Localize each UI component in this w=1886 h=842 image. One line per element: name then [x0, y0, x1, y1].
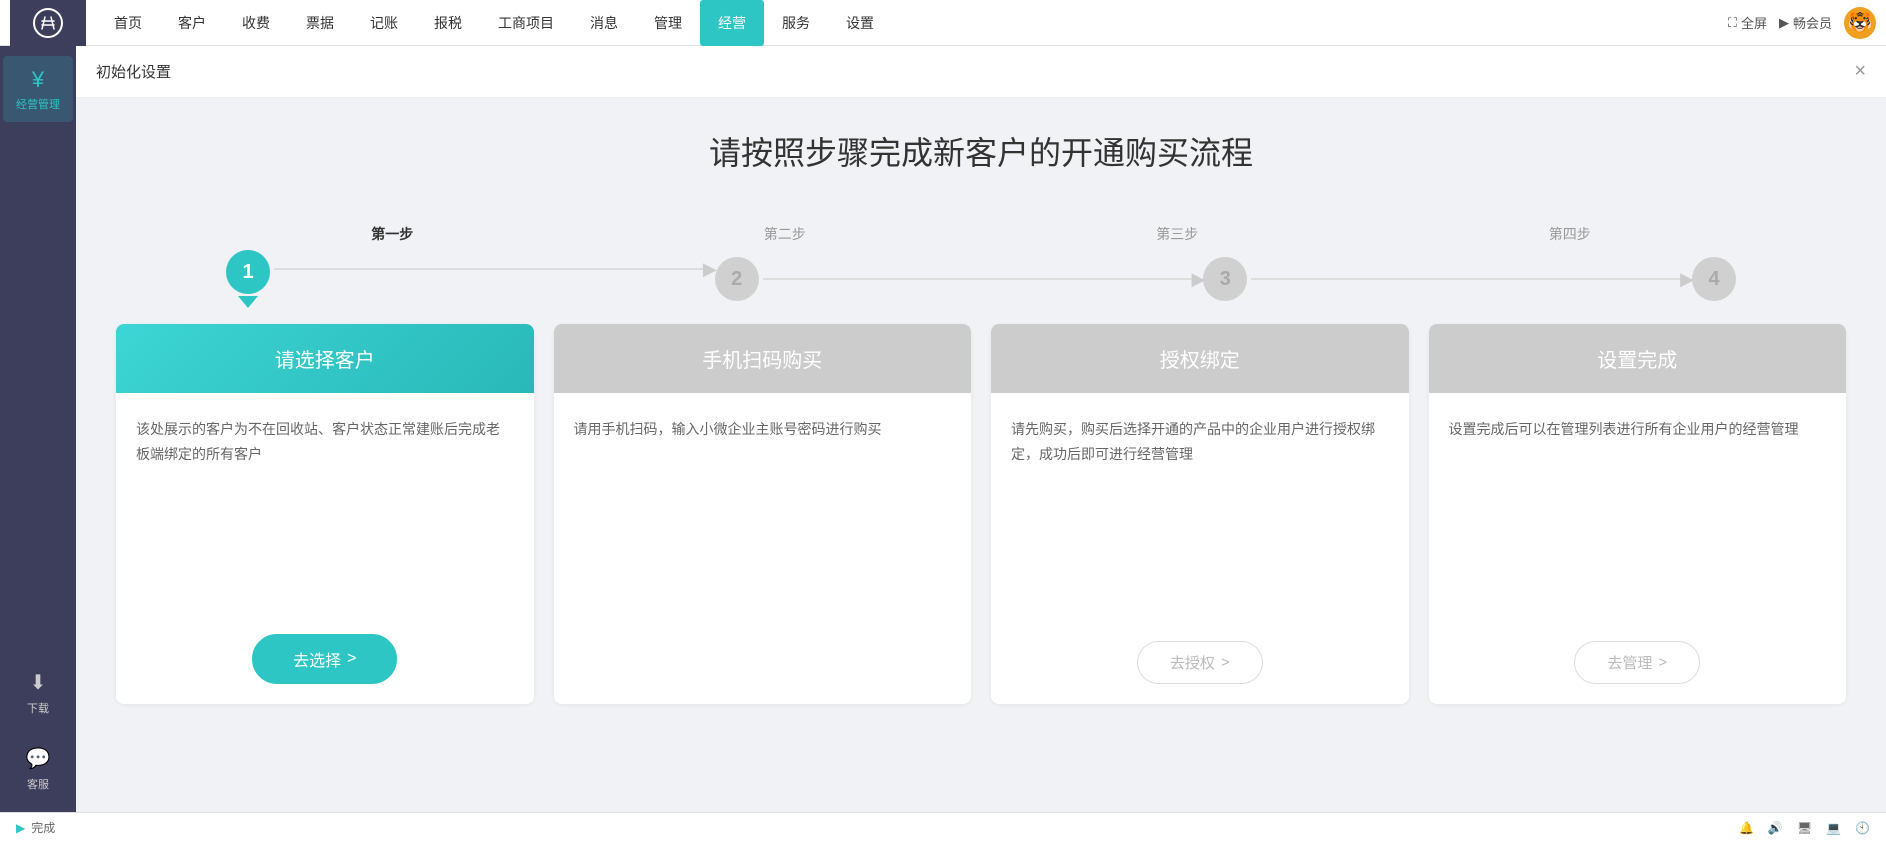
nav-message[interactable]: 消息: [572, 0, 636, 46]
status-left: ▶ 完成: [16, 819, 55, 836]
step-label-1: 第一步: [196, 224, 589, 244]
status-right: 🔔 🔊 🖥 💻 🕙: [1739, 821, 1870, 835]
nav-business[interactable]: 工商项目: [480, 0, 572, 46]
step-3: 3: [1203, 257, 1247, 301]
step-label-3: 第三步: [981, 224, 1374, 244]
status-icon-volume: 🔊: [1768, 821, 1783, 835]
nav-operation[interactable]: 经营: [700, 0, 764, 46]
go-select-button[interactable]: 去选择 >: [252, 634, 397, 684]
nav-settings[interactable]: 设置: [828, 0, 892, 46]
card-1-footer: 去选择 >: [116, 614, 534, 704]
nav-client[interactable]: 客户: [160, 0, 224, 46]
content-area: 请按照步骤完成新客户的开通购买流程 第一步 第二步 第三步 第四步 1 ▶: [76, 98, 1886, 734]
step-label-2: 第二步: [589, 224, 982, 244]
page-title: 初始化设置: [96, 61, 171, 82]
steps-visual: 1 ▶ 2 ▶ 3: [116, 250, 1846, 308]
sidebar-support[interactable]: 💬 客服: [3, 734, 73, 802]
nav-service[interactable]: 服务: [764, 0, 828, 46]
avatar[interactable]: 🐯: [1844, 7, 1876, 39]
step-circle-1: 1: [226, 250, 270, 294]
step-labels: 第一步 第二步 第三步 第四步: [116, 224, 1846, 244]
card-4-header: 设置完成: [1429, 324, 1847, 393]
status-icon-bell: 🔔: [1739, 821, 1754, 835]
step-label-4: 第四步: [1374, 224, 1767, 244]
card-2-footer: [554, 664, 972, 704]
status-icon-screen: 🖥: [1797, 821, 1812, 835]
member-btn[interactable]: ▶ 畅会员: [1779, 13, 1832, 32]
step-1: 1: [226, 250, 270, 308]
status-icon-laptop: 💻: [1826, 821, 1841, 835]
cards-row: 请选择客户 该处展示的客户为不在回收站、客户状态正常建账后完成老板端绑定的所有客…: [116, 324, 1846, 704]
step-arrow-1: [238, 296, 258, 308]
nav-items: 首页 客户 收费 票据 记账 报税 工商项目 消息 管理 经营 服务 设置: [96, 0, 1728, 46]
top-nav: 首页 客户 收费 票据 记账 报税 工商项目 消息 管理 经营 服务 设置 ⛶ …: [0, 0, 1886, 46]
card-3-body: 请先购买，购买后选择开通的产品中的企业用户进行授权绑定，成功后即可进行经营管理: [991, 393, 1409, 621]
card-1-body: 该处展示的客户为不在回收站、客户状态正常建账后完成老板端绑定的所有客户: [116, 393, 534, 614]
card-select-client: 请选择客户 该处展示的客户为不在回收站、客户状态正常建账后完成老板端绑定的所有客…: [116, 324, 534, 704]
nav-right: ⛶ 全屏 ▶ 畅会员 🐯: [1728, 7, 1876, 39]
nav-manage[interactable]: 管理: [636, 0, 700, 46]
step-4: 4: [1692, 257, 1736, 301]
card-2-body: 请用手机扫码，输入小微企业主账号密码进行购买: [554, 393, 972, 664]
close-button[interactable]: ×: [1854, 60, 1866, 83]
status-icon-clock: 🕙: [1855, 821, 1870, 835]
status-bar: ▶ 完成 🔔 🔊 🖥 💻 🕙: [0, 812, 1886, 842]
fullscreen-btn[interactable]: ⛶ 全屏: [1728, 13, 1767, 32]
card-4-body: 设置完成后可以在管理列表进行所有企业用户的经营管理: [1429, 393, 1847, 621]
logo[interactable]: [10, 0, 86, 46]
support-icon: 💬: [24, 744, 52, 772]
main-title: 请按照步骤完成新客户的开通购买流程: [116, 128, 1846, 174]
connector-2: ▶: [763, 278, 1200, 280]
layout: ¥ 经营管理 ⬇ 下载 💬 客服 初始化设置 ×: [0, 46, 1886, 812]
card-2-header: 手机扫码购买: [554, 324, 972, 393]
step-circle-2: 2: [715, 257, 759, 301]
nav-fee[interactable]: 收费: [224, 0, 288, 46]
sidebar-bottom: ⬇ 下载 💬 客服: [3, 658, 73, 812]
page-header: 初始化设置 ×: [76, 46, 1886, 98]
play-icon: ▶: [16, 821, 25, 835]
sidebar-download[interactable]: ⬇ 下载: [3, 658, 73, 726]
card-qr-buy: 手机扫码购买 请用手机扫码，输入小微企业主账号密码进行购买: [554, 324, 972, 704]
step-2: 2: [715, 257, 759, 301]
connector-1: ▶: [274, 268, 711, 270]
card-3-footer: 去授权 >: [991, 621, 1409, 704]
go-manage-button[interactable]: 去管理 >: [1574, 641, 1700, 684]
nav-bill[interactable]: 票据: [288, 0, 352, 46]
card-auth: 授权绑定 请先购买，购买后选择开通的产品中的企业用户进行授权绑定，成功后即可进行…: [991, 324, 1409, 704]
nav-tax[interactable]: 报税: [416, 0, 480, 46]
card-1-header: 请选择客户: [116, 324, 534, 393]
nav-home[interactable]: 首页: [96, 0, 160, 46]
card-4-footer: 去管理 >: [1429, 621, 1847, 704]
step-circle-4: 4: [1692, 257, 1736, 301]
main-content: 初始化设置 × 请按照步骤完成新客户的开通购买流程 第一步 第二步 第三步 第四…: [76, 46, 1886, 812]
sidebar: ¥ 经营管理 ⬇ 下载 💬 客服: [0, 46, 76, 812]
connector-3: ▶: [1251, 278, 1688, 280]
sidebar-operation[interactable]: ¥ 经营管理: [3, 56, 73, 122]
nav-account[interactable]: 记账: [352, 0, 416, 46]
download-icon: ⬇: [24, 668, 52, 696]
go-auth-button[interactable]: 去授权 >: [1137, 641, 1263, 684]
card-complete: 设置完成 设置完成后可以在管理列表进行所有企业用户的经营管理 去管理 >: [1429, 324, 1847, 704]
operation-icon: ¥: [24, 66, 52, 94]
step-circle-3: 3: [1203, 257, 1247, 301]
card-3-header: 授权绑定: [991, 324, 1409, 393]
status-text: 完成: [31, 819, 55, 836]
